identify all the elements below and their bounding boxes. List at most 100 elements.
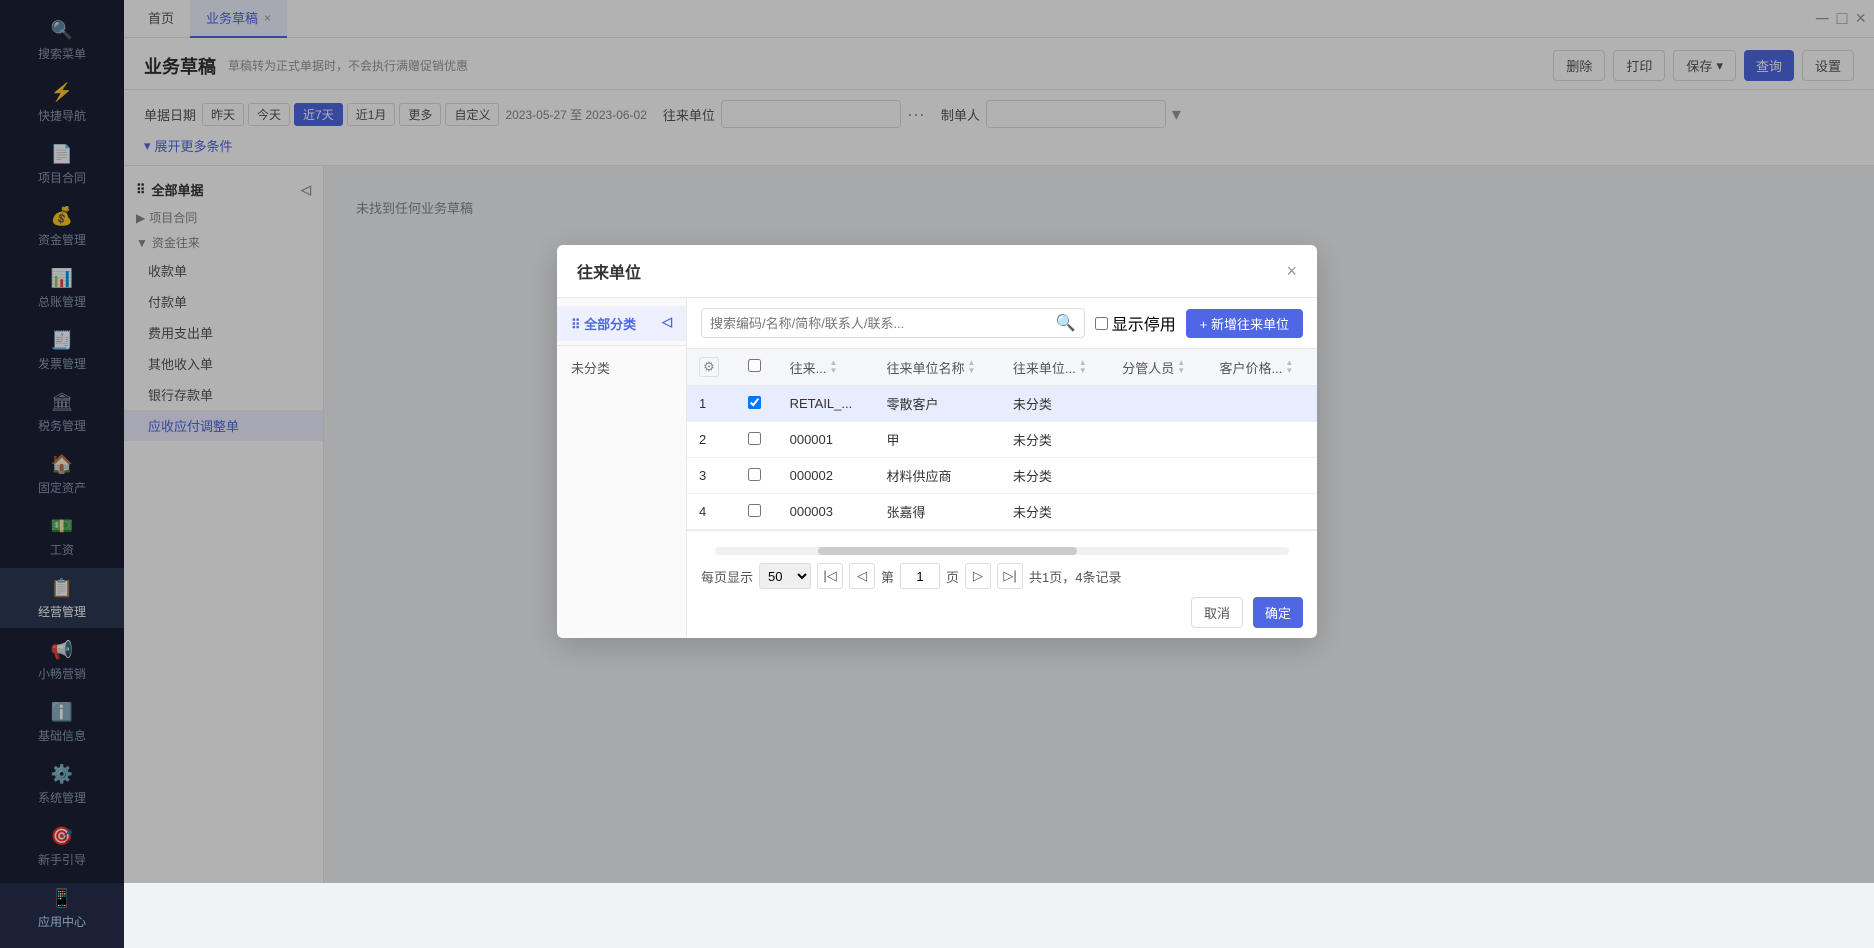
scrollbar-thumb [818,547,1076,555]
sort-arrows-price: ▲▼ [1285,359,1293,375]
next-page-button[interactable]: ▷ [965,563,991,589]
modal-header: 往来单位 × [557,245,1317,298]
row-code: 000002 [778,458,875,494]
row-code: 000001 [778,422,875,458]
page-number-input[interactable] [900,563,940,589]
modal-main: 🔍 显示停用 + 新增往来单位 ⚙ [687,298,1317,638]
modal-action-bar: 取消 确定 [701,597,1303,628]
row-category: 未分类 [1001,458,1110,494]
row-check-2[interactable] [748,432,761,445]
row-manager [1110,386,1207,422]
modal-close-icon[interactable]: × [1286,262,1297,280]
search-input[interactable] [710,316,1050,331]
col-category: 往来单位... ▲▼ [1001,349,1110,386]
grid-icon: ⠿ [571,317,581,332]
row-check-3[interactable] [748,468,761,481]
total-records: 共1页，4条记录 [1029,567,1121,586]
per-page-select[interactable]: 50 100 200 [759,563,811,589]
row-name: 张嘉得 [875,494,1001,530]
table-row[interactable]: 4 000003 张嘉得 未分类 [687,494,1317,530]
row-checkbox [736,494,777,530]
col-checkbox [736,349,777,386]
cancel-button[interactable]: 取消 [1191,597,1243,628]
partner-modal: 往来单位 × ⠿ 全部分类 ◁ 未分类 [557,245,1317,638]
row-price [1208,386,1317,422]
horizontal-scrollbar[interactable] [715,547,1289,555]
partners-table: ⚙ 往来... ▲▼ [687,349,1317,530]
row-price [1208,494,1317,530]
app-icon: 📱 [51,888,73,909]
sort-manager[interactable]: 分管人员 ▲▼ [1122,358,1185,377]
row-price [1208,458,1317,494]
modal-sidebar: ⠿ 全部分类 ◁ 未分类 [557,298,687,638]
row-num: 4 [687,494,736,530]
row-checkbox [736,386,777,422]
row-manager [1110,494,1207,530]
sidebar-collapse-icon[interactable]: ◁ [662,314,672,330]
column-settings-icon[interactable]: ⚙ [699,357,719,377]
row-num: 2 [687,422,736,458]
table-row[interactable]: 2 000001 甲 未分类 [687,422,1317,458]
sort-category[interactable]: 往来单位... ▲▼ [1013,358,1087,377]
modal-table: ⚙ 往来... ▲▼ [687,349,1317,530]
modal-sidebar-unclassified[interactable]: 未分类 [557,350,686,385]
pagination: 每页显示 50 100 200 |◁ ◁ 第 页 ▷ ▷| 共1页，4 [701,563,1303,589]
row-manager [1110,422,1207,458]
modal-body: ⠿ 全部分类 ◁ 未分类 🔍 [557,298,1317,638]
table-row[interactable]: 3 000002 材料供应商 未分类 [687,458,1317,494]
row-num: 1 [687,386,736,422]
row-name: 零散客户 [875,386,1001,422]
sort-arrows-cat: ▲▼ [1079,359,1087,375]
sort-code[interactable]: 往来... ▲▼ [790,358,838,377]
sort-arrows-name: ▲▼ [968,359,976,375]
sort-name[interactable]: 往来单位名称 ▲▼ [887,358,976,377]
page-label: 第 [881,567,894,586]
sort-arrows-code: ▲▼ [829,359,837,375]
modal-footer: 每页显示 50 100 200 |◁ ◁ 第 页 ▷ ▷| 共1页，4 [687,530,1317,638]
modal-overlay[interactable]: 往来单位 × ⠿ 全部分类 ◁ 未分类 [0,0,1874,883]
row-num: 3 [687,458,736,494]
col-name: 往来单位名称 ▲▼ [875,349,1001,386]
modal-sidebar-divider [557,345,686,346]
show-disabled-checkbox[interactable] [1095,317,1108,330]
show-disabled-wrap: 显示停用 [1095,311,1176,335]
new-partner-button[interactable]: + 新增往来单位 [1186,309,1303,338]
sort-arrows-mgr: ▲▼ [1177,359,1185,375]
row-check-4[interactable] [748,504,761,517]
table-row[interactable]: 1 RETAIL_... 零散客户 未分类 [687,386,1317,422]
prev-page-button[interactable]: ◁ [849,563,875,589]
confirm-button[interactable]: 确定 [1253,597,1303,628]
col-price: 客户价格... ▲▼ [1208,349,1317,386]
row-category: 未分类 [1001,422,1110,458]
row-category: 未分类 [1001,386,1110,422]
row-checkbox [736,458,777,494]
row-price [1208,422,1317,458]
select-all-checkbox[interactable] [748,359,761,372]
row-name: 甲 [875,422,1001,458]
row-category: 未分类 [1001,494,1110,530]
page-suffix: 页 [946,567,959,586]
row-checkbox [736,422,777,458]
sidebar-item-apps[interactable]: 📱 应用中心 [0,878,124,938]
col-settings: ⚙ [687,349,736,386]
modal-title: 往来单位 [577,259,641,283]
col-manager: 分管人员 ▲▼ [1110,349,1207,386]
row-manager [1110,458,1207,494]
search-icon: 🔍 [1056,313,1076,333]
row-check-1[interactable] [748,396,761,409]
modal-toolbar: 🔍 显示停用 + 新增往来单位 [687,298,1317,349]
col-code: 往来... ▲▼ [778,349,875,386]
search-box: 🔍 [701,308,1085,338]
row-code: RETAIL_... [778,386,875,422]
first-page-button[interactable]: |◁ [817,563,843,589]
per-page-label: 每页显示 [701,567,753,586]
last-page-button[interactable]: ▷| [997,563,1023,589]
table-body: 1 RETAIL_... 零散客户 未分类 [687,386,1317,530]
show-disabled-label: 显示停用 [1112,311,1176,335]
row-code: 000003 [778,494,875,530]
table-head: ⚙ 往来... ▲▼ [687,349,1317,386]
sort-price[interactable]: 客户价格... ▲▼ [1220,358,1294,377]
table-header-row: ⚙ 往来... ▲▼ [687,349,1317,386]
row-name: 材料供应商 [875,458,1001,494]
modal-sidebar-all[interactable]: ⠿ 全部分类 ◁ [557,306,686,341]
